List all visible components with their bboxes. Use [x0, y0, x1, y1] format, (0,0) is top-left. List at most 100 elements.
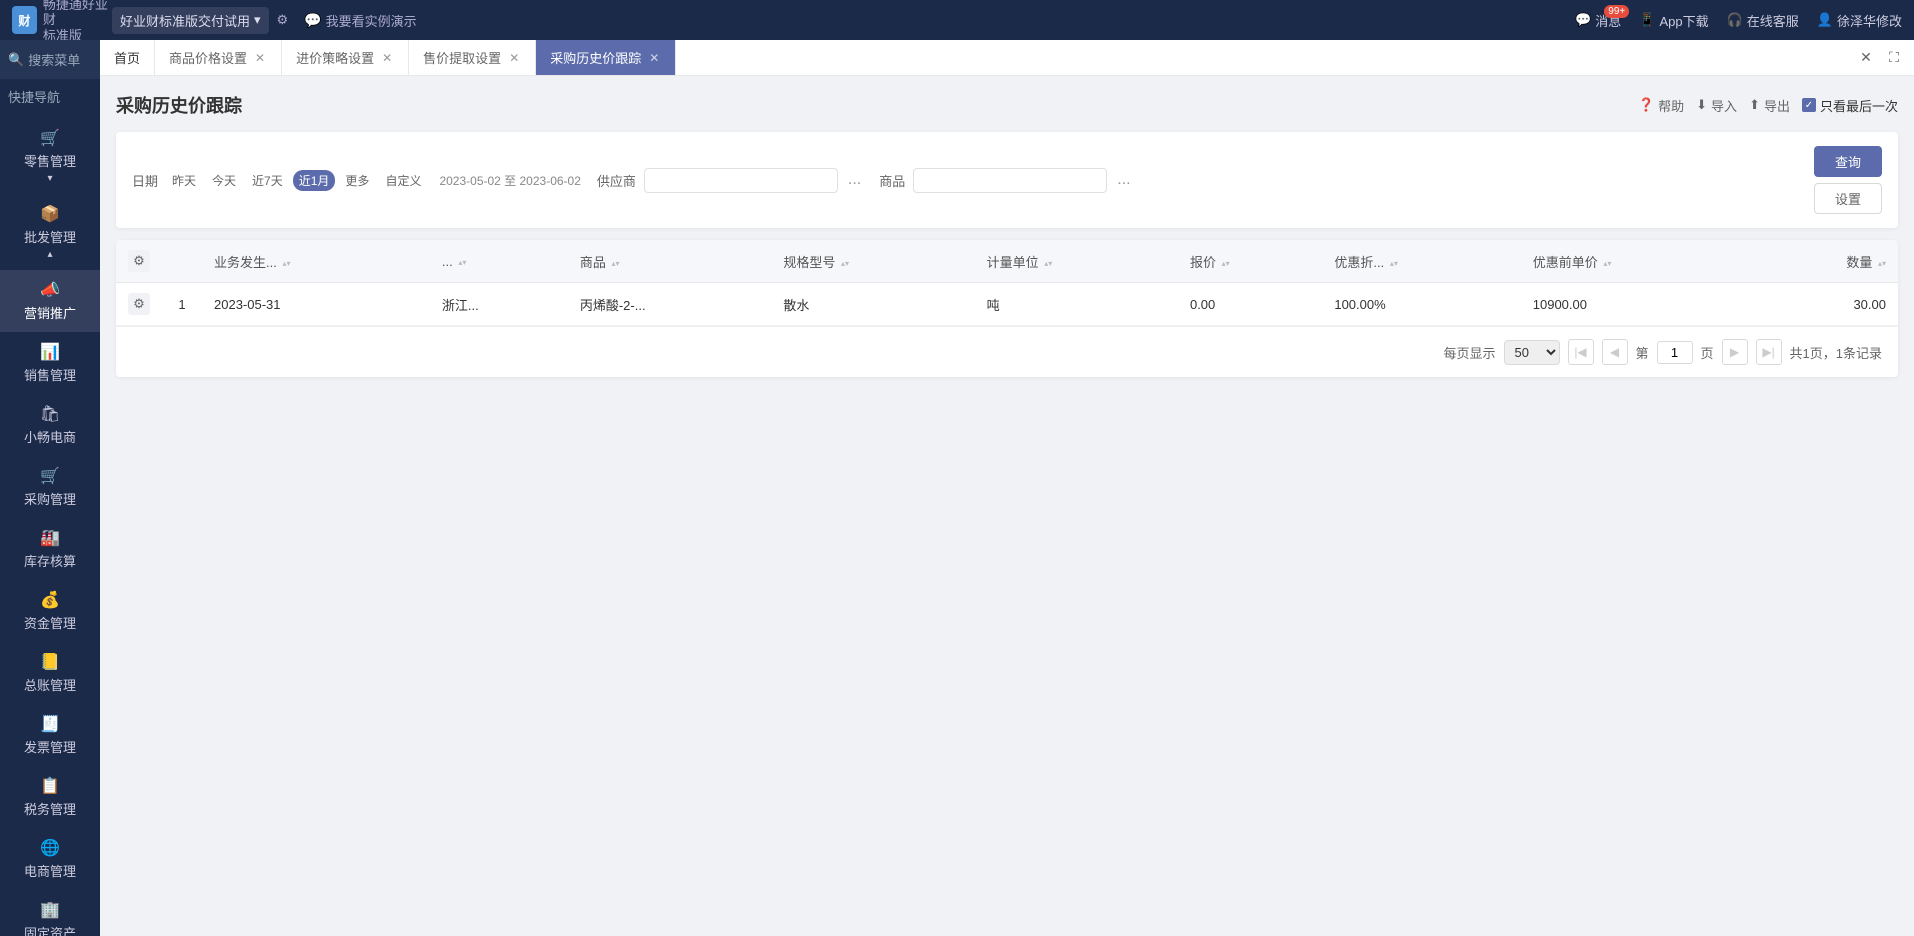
- sidebar-item-retail[interactable]: 🛒 零售管理 ▾: [0, 118, 100, 194]
- query-button[interactable]: 查询: [1814, 146, 1882, 177]
- col-header-unit[interactable]: 计量单位 ▴▾: [975, 240, 1178, 283]
- first-page-btn[interactable]: |◀: [1568, 339, 1594, 365]
- col-header-quote[interactable]: 报价 ▴▾: [1178, 240, 1322, 283]
- date-filter-group: 日期 昨天 今天 近7天 近1月 更多 自定义 2023-05-02 至 202…: [132, 170, 581, 191]
- product-more-icon[interactable]: ...: [1115, 169, 1132, 191]
- filter-settings-button[interactable]: 设置: [1814, 183, 1882, 214]
- date-opt-last1m[interactable]: 近1月: [293, 170, 336, 191]
- sidebar-quicknav[interactable]: 快捷导航: [0, 79, 100, 114]
- sort-icon: ▴▾: [1222, 259, 1230, 268]
- message-icon-item[interactable]: 💬 消息 99+: [1575, 11, 1621, 30]
- tab-expand-btn[interactable]: ⛶: [1882, 46, 1906, 70]
- sidebar-item-label: 总账管理: [24, 675, 76, 694]
- help-link[interactable]: ❓ 帮助: [1638, 96, 1684, 115]
- sidebar-item-finance[interactable]: 💰 资金管理: [0, 580, 100, 642]
- table-cell-quantity: 30.00: [1754, 283, 1898, 326]
- sort-icon: ▴▾: [458, 258, 466, 267]
- expand-arrow-icon: ▾: [47, 173, 52, 184]
- sidebar-item-inventory[interactable]: 🏭 库存核算: [0, 518, 100, 580]
- tab-purchase-strategy-close[interactable]: ✕: [380, 50, 394, 66]
- import-link[interactable]: ⬇ 导入: [1696, 96, 1737, 115]
- chevron-down-icon: ▾: [254, 12, 261, 28]
- sidebar-item-label: 库存核算: [24, 551, 76, 570]
- only-last-checkbox-wrapper[interactable]: ✓ 只看最后一次: [1802, 96, 1898, 115]
- per-page-select[interactable]: 102050100: [1504, 340, 1560, 365]
- export-link[interactable]: ⬆ 导出: [1749, 96, 1790, 115]
- table-cell-spec: 散水: [771, 283, 974, 326]
- page-input[interactable]: [1657, 341, 1693, 364]
- sidebar-item-ledger[interactable]: 📒 总账管理: [0, 642, 100, 704]
- sidebar-item-marketing[interactable]: 📣 营销推广: [0, 270, 100, 332]
- sidebar-item-invoice[interactable]: 🧾 发票管理: [0, 704, 100, 766]
- ecommerce-icon: 🌐: [40, 838, 60, 858]
- date-opt-today[interactable]: 今天: [206, 170, 242, 191]
- sidebar-item-label: 销售管理: [24, 365, 76, 384]
- col-header-biz-date[interactable]: 业务发生... ▴▾: [202, 240, 430, 283]
- sidebar-item-assets[interactable]: 🏢 固定资产: [0, 890, 100, 936]
- user-label: 徐泽华修改: [1837, 11, 1902, 30]
- only-last-checkbox[interactable]: ✓: [1802, 98, 1816, 112]
- col-header-quantity[interactable]: 数量 ▴▾: [1754, 240, 1898, 283]
- logo-text: 畅捷通好业财 标准版: [43, 0, 112, 43]
- app-download-item[interactable]: 📱 App下载: [1639, 11, 1708, 30]
- table-gear-btn[interactable]: ⚙: [128, 250, 150, 272]
- col-header-gear: ⚙: [116, 240, 162, 283]
- table-header-row: ⚙ 业务发生... ▴▾ ... ▴▾: [116, 240, 1898, 283]
- table-cell-pre-discount-price: 10900.00: [1521, 283, 1754, 326]
- date-options: 昨天 今天 近7天 近1月 更多 自定义: [166, 170, 427, 191]
- user-profile-item[interactable]: 👤 徐泽华修改: [1817, 11, 1902, 30]
- ecommerce-small-icon: 🛍: [40, 404, 60, 424]
- product-input[interactable]: [913, 168, 1107, 193]
- expand-arrow-icon: ▴: [47, 249, 52, 260]
- col-header-discount[interactable]: 优惠折... ▴▾: [1322, 240, 1520, 283]
- settings-icon[interactable]: ⚙: [277, 12, 289, 28]
- tab-sale-price-close[interactable]: ✕: [507, 50, 521, 66]
- table-cell-discount: 100.00%: [1322, 283, 1520, 326]
- marketing-icon: 📣: [40, 280, 60, 300]
- tab-purchase-strategy[interactable]: 进价策略设置 ✕: [282, 40, 409, 75]
- tab-close-window-btn[interactable]: ✕: [1854, 46, 1878, 70]
- message-badge: 99+: [1604, 5, 1629, 18]
- tab-sale-price[interactable]: 售价提取设置 ✕: [409, 40, 536, 75]
- supplier-input[interactable]: [644, 168, 838, 193]
- tab-home[interactable]: 首页: [100, 40, 155, 75]
- col-header-num: [162, 240, 202, 283]
- date-filter-label: 日期: [132, 171, 158, 190]
- content-area: 首页 商品价格设置 ✕ 进价策略设置 ✕ 售价提取设置 ✕ 采购历史价跟踪 ✕ …: [100, 40, 1914, 936]
- logo-icon: 财: [12, 6, 37, 34]
- last-page-btn[interactable]: ▶|: [1756, 339, 1782, 365]
- sidebar-item-tax[interactable]: 📋 税务管理: [0, 766, 100, 828]
- sidebar-item-wholesale[interactable]: 📦 批发管理 ▴: [0, 194, 100, 270]
- table-cell-supplier: 浙江...: [430, 283, 568, 326]
- next-page-btn[interactable]: ▶: [1722, 339, 1748, 365]
- tab-history-price[interactable]: 采购历史价跟踪 ✕: [536, 40, 676, 75]
- topbar-right: 💬 消息 99+ 📱 App下载 🎧 在线客服 👤 徐泽华修改: [1575, 11, 1902, 30]
- supplier-more-icon[interactable]: ...: [846, 169, 863, 191]
- sort-icon: ▴▾: [1044, 259, 1052, 268]
- col-header-more[interactable]: ... ▴▾: [430, 240, 568, 283]
- sidebar-item-ecommerce[interactable]: 🌐 电商管理: [0, 828, 100, 890]
- online-service-item[interactable]: 🎧 在线客服: [1727, 11, 1799, 30]
- sidebar-item-ecommerce-small[interactable]: 🛍 小畅电商: [0, 394, 100, 456]
- demo-link[interactable]: 💬 我要看实例演示: [304, 11, 416, 30]
- date-opt-more[interactable]: 更多: [339, 170, 375, 191]
- tab-history-price-close[interactable]: ✕: [647, 50, 661, 66]
- date-opt-last7[interactable]: 近7天: [246, 170, 289, 191]
- date-opt-yesterday[interactable]: 昨天: [166, 170, 202, 191]
- col-header-product[interactable]: 商品 ▴▾: [568, 240, 771, 283]
- sidebar-search[interactable]: 🔍 搜索菜单: [0, 40, 100, 79]
- tab-price-close[interactable]: ✕: [253, 50, 267, 66]
- col-header-pre-discount-price[interactable]: 优惠前单价 ▴▾: [1521, 240, 1754, 283]
- tab-price[interactable]: 商品价格设置 ✕: [155, 40, 282, 75]
- sidebar-item-purchase[interactable]: 🛒 采购管理: [0, 456, 100, 518]
- edition-selector[interactable]: 好业财标准版交付试用 ▾: [112, 7, 269, 34]
- sidebar-item-label: 小畅电商: [24, 427, 76, 446]
- sidebar-item-sales[interactable]: 📊 销售管理: [0, 332, 100, 394]
- prev-page-btn[interactable]: ◀: [1602, 339, 1628, 365]
- main-layout: 🔍 搜索菜单 快捷导航 🛒 零售管理 ▾ 📦 批发管理 ▴ 📣 营销推广 📊 销…: [0, 40, 1914, 936]
- col-header-spec[interactable]: 规格型号 ▴▾: [771, 240, 974, 283]
- topbar: 财 畅捷通好业财 标准版 好业财标准版交付试用 ▾ ⚙ 💬 我要看实例演示 💬 …: [0, 0, 1914, 40]
- user-icon: 👤: [1817, 12, 1833, 28]
- date-opt-custom[interactable]: 自定义: [379, 170, 427, 191]
- row-gear-btn[interactable]: ⚙: [128, 293, 150, 315]
